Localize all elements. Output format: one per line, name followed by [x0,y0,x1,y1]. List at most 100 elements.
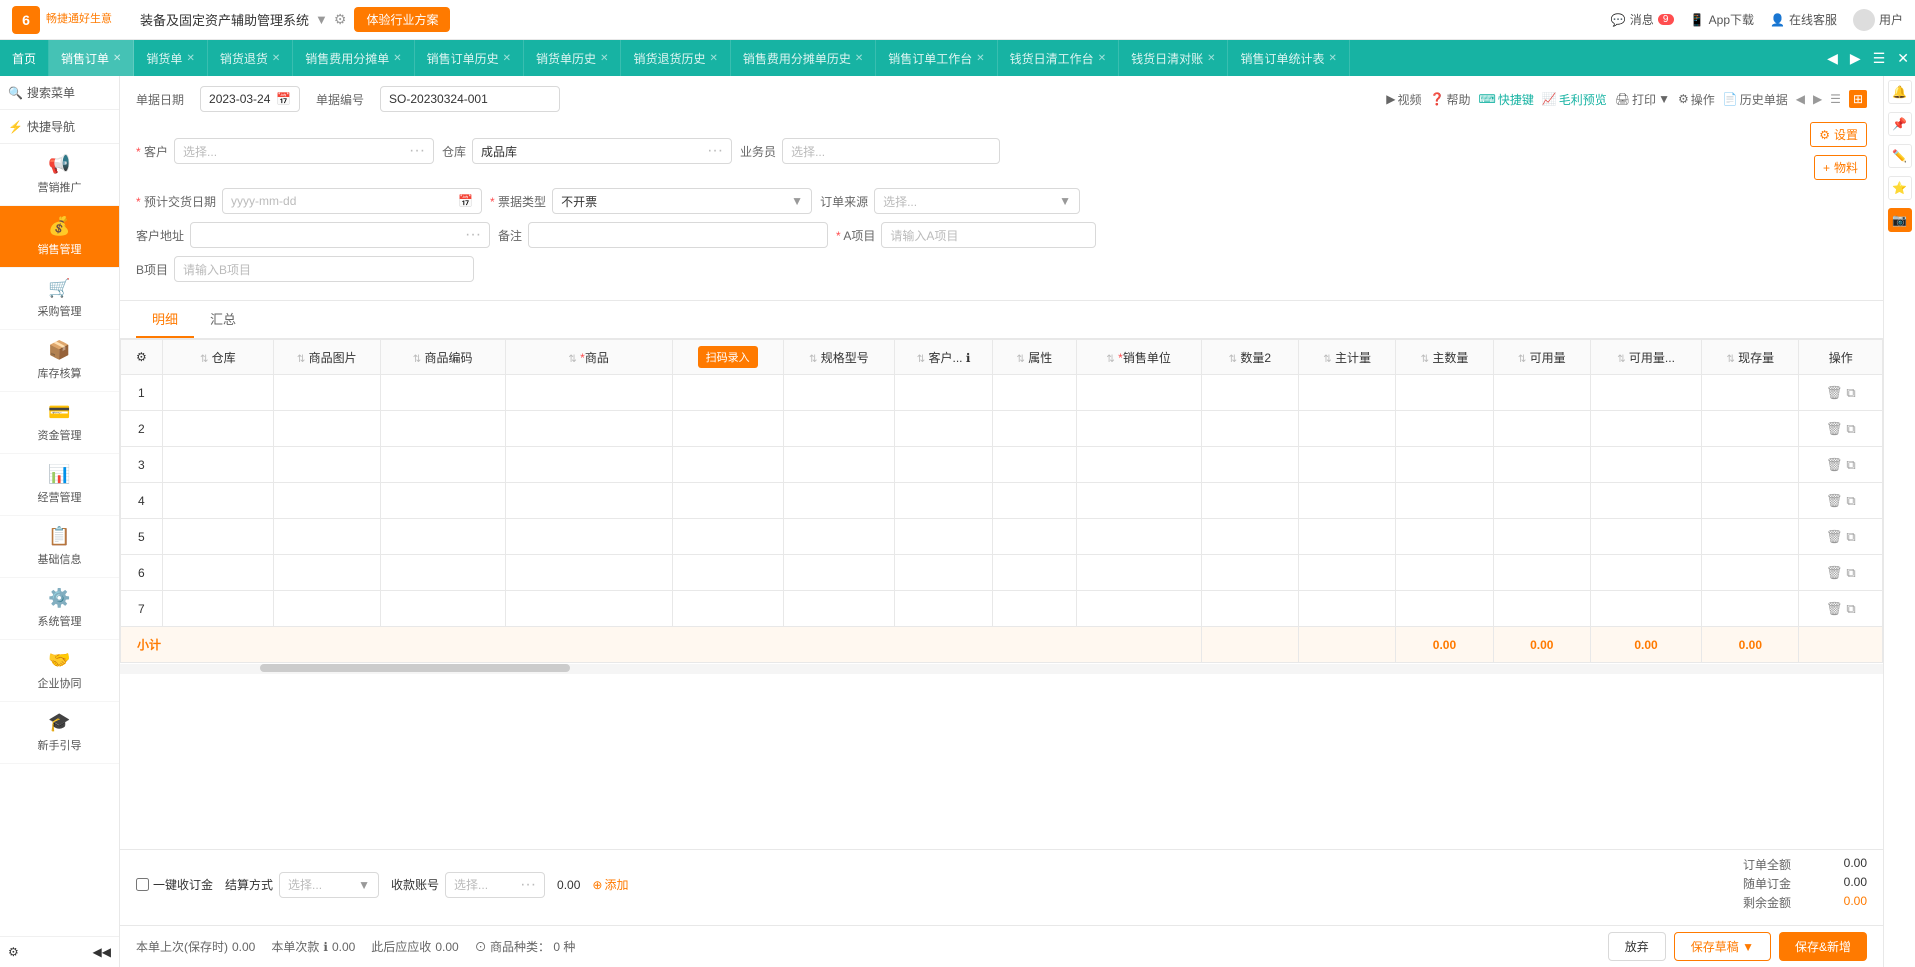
right-panel-btn-1[interactable]: 🔔 [1888,80,1912,104]
cell-available-1[interactable] [1493,375,1590,411]
tab-fee-history[interactable]: 销售费用分摊单历史 ✕ [731,40,876,76]
cell-current-2[interactable] [1702,411,1799,447]
sidebar-settings-icon[interactable]: ⚙ [8,945,19,959]
delete-icon[interactable]: 🗑 [1826,529,1843,545]
tab-daily-reconcile[interactable]: 钱货日清对账 ✕ [1119,40,1228,76]
a-project-input[interactable]: 请输入A项目 [881,222,1096,248]
order-source-input[interactable]: 选择... ▼ [874,188,1080,214]
close-icon[interactable]: ✕ [1098,53,1106,64]
address-input[interactable]: ··· [190,222,490,248]
sidebar-item-basic-info[interactable]: 📋 基础信息 [0,516,119,578]
th-settings[interactable]: ⚙ [121,340,163,375]
cell-spec-2[interactable] [783,411,894,447]
order-no-input[interactable]: SO-20230324-001 [380,86,560,112]
solution-button[interactable]: 体验行业方案 [354,7,450,32]
account-input[interactable]: 选择... ··· [445,872,545,898]
delete-icon[interactable]: 🗑 [1826,565,1843,581]
cell-attr-2[interactable] [993,411,1076,447]
copy-icon-1[interactable]: ⧉ [1846,385,1855,401]
cell-warehouse-2[interactable] [162,411,273,447]
cell-spec-1[interactable] [783,375,894,411]
save-draft-button[interactable]: 保存草稿 ▼ [1674,932,1771,961]
sidebar-collapse-icon[interactable]: ◀◀ [93,945,111,959]
settings-button[interactable]: ⚙ 设置 [1810,122,1867,147]
sidebar-item-business[interactable]: 📊 经营管理 [0,454,119,516]
account-dots[interactable]: ··· [520,876,536,894]
close-icon[interactable]: ✕ [393,53,401,64]
sidebar-item-marketing[interactable]: 📢 营销推广 [0,144,119,206]
th-code[interactable]: ⇅ 商品编码 [380,340,505,375]
copy-icon[interactable]: ⧉ [1846,601,1855,617]
tab-order-workbench[interactable]: 销售订单工作台 ✕ [876,40,997,76]
copy-icon-2[interactable]: ⧉ [1846,421,1855,437]
close-icon[interactable]: ✕ [709,53,717,64]
delete-icon-2[interactable]: 🗑 [1826,421,1843,437]
delete-icon-1[interactable]: 🗑 [1826,385,1843,401]
cell-available2-2[interactable] [1590,411,1701,447]
history-link[interactable]: 📄 历史单据 [1723,91,1788,108]
checkbox-input[interactable] [136,878,149,891]
operation-link[interactable]: ⚙ 操作 [1678,91,1715,108]
tab-sales-return[interactable]: 销货退货 ✕ [208,40,293,76]
sidebar-item-purchase[interactable]: 🛒 采购管理 [0,268,119,330]
online-service-item[interactable]: 👤 在线客服 [1770,11,1837,28]
tab-bill-history[interactable]: 销货单历史 ✕ [524,40,621,76]
sidebar-item-system[interactable]: ⚙️ 系统管理 [0,578,119,640]
sidebar-item-finance[interactable]: 💳 资金管理 [0,392,119,454]
th-available[interactable]: ⇅ 可用量 [1493,340,1590,375]
close-icon[interactable]: ✕ [272,53,280,64]
tab-home[interactable]: 首页 [0,40,49,76]
invoice-dropdown-icon[interactable]: ▼ [791,194,803,208]
user-item[interactable]: 用户 [1853,9,1903,31]
copy-icon[interactable]: ⧉ [1846,493,1855,509]
print-dropdown-icon[interactable]: ▼ [1658,92,1670,106]
warehouse-input[interactable]: 成品库 ··· [472,138,732,164]
tab-sales-order[interactable]: 销售订单 ✕ [49,40,134,76]
cell-qty2-1[interactable] [1201,375,1298,411]
print-link[interactable]: 🖨 打印 ▼ [1615,91,1670,108]
tab-order-history[interactable]: 销售订单历史 ✕ [415,40,524,76]
cell-code-1[interactable] [380,375,505,411]
cell-main-qty-2[interactable] [1396,411,1493,447]
sidebar-quick-nav[interactable]: ⚡ 快捷导航 [0,110,119,144]
shortcut-link[interactable]: ⌨ 快捷键 [1479,91,1534,108]
cell-qty2-2[interactable] [1201,411,1298,447]
close-icon[interactable]: ✕ [600,53,608,64]
profit-link[interactable]: 📈 毛利预览 [1542,91,1607,108]
cell-product-1[interactable] [505,375,672,411]
cell-main-unit-2[interactable] [1299,411,1396,447]
b-project-input[interactable]: 请输入B项目 [174,256,474,282]
th-main-qty[interactable]: ⇅ 主数量 [1396,340,1493,375]
th-unit[interactable]: ⇅ *销售单位 [1076,340,1201,375]
nav-close-icon[interactable]: ✕ [1891,50,1915,67]
copy-icon[interactable]: ⧉ [1846,529,1855,545]
th-product[interactable]: ⇅ *商品 [505,340,672,375]
list-view-icon[interactable]: ☰ [1830,92,1841,106]
scrollbar-thumb[interactable] [260,664,570,672]
scan-button[interactable]: 扫码录入 [698,346,758,368]
warehouse-dots[interactable]: ··· [707,142,723,160]
save-new-button[interactable]: 保存&新增 [1779,932,1867,961]
th-spec[interactable]: ⇅ 规格型号 [783,340,894,375]
tab-summary[interactable]: 汇总 [194,301,252,338]
tab-return-history[interactable]: 销货退货历史 ✕ [621,40,730,76]
th-warehouse[interactable]: ⇅ 仓库 [162,340,273,375]
th-current[interactable]: ⇅ 现存量 [1702,340,1799,375]
calendar2-icon[interactable]: 📅 [458,194,473,208]
close-icon[interactable]: ✕ [503,53,511,64]
nav-prev-icon[interactable]: ◀ [1796,92,1805,106]
invoice-input[interactable]: 不开票 ▼ [552,188,812,214]
sidebar-item-cooperation[interactable]: 🤝 企业协同 [0,640,119,702]
tab-detail[interactable]: 明细 [136,301,194,338]
tab-daily-workbench[interactable]: 钱货日清工作台 ✕ [998,40,1119,76]
tab-sales-fee[interactable]: 销售费用分摊单 ✕ [293,40,414,76]
tab-sales-bill[interactable]: 销货单 ✕ [134,40,207,76]
cell-current-1[interactable] [1702,375,1799,411]
address-dots[interactable]: ··· [465,226,481,244]
cell-main-qty-1[interactable] [1396,375,1493,411]
close-icon[interactable]: ✕ [976,53,984,64]
cell-available-2[interactable] [1493,411,1590,447]
sidebar-search[interactable]: 🔍 搜索菜单 [0,76,119,110]
cell-customer-1[interactable] [894,375,992,411]
delivery-date-input[interactable]: yyyy-mm-dd 📅 [222,188,482,214]
